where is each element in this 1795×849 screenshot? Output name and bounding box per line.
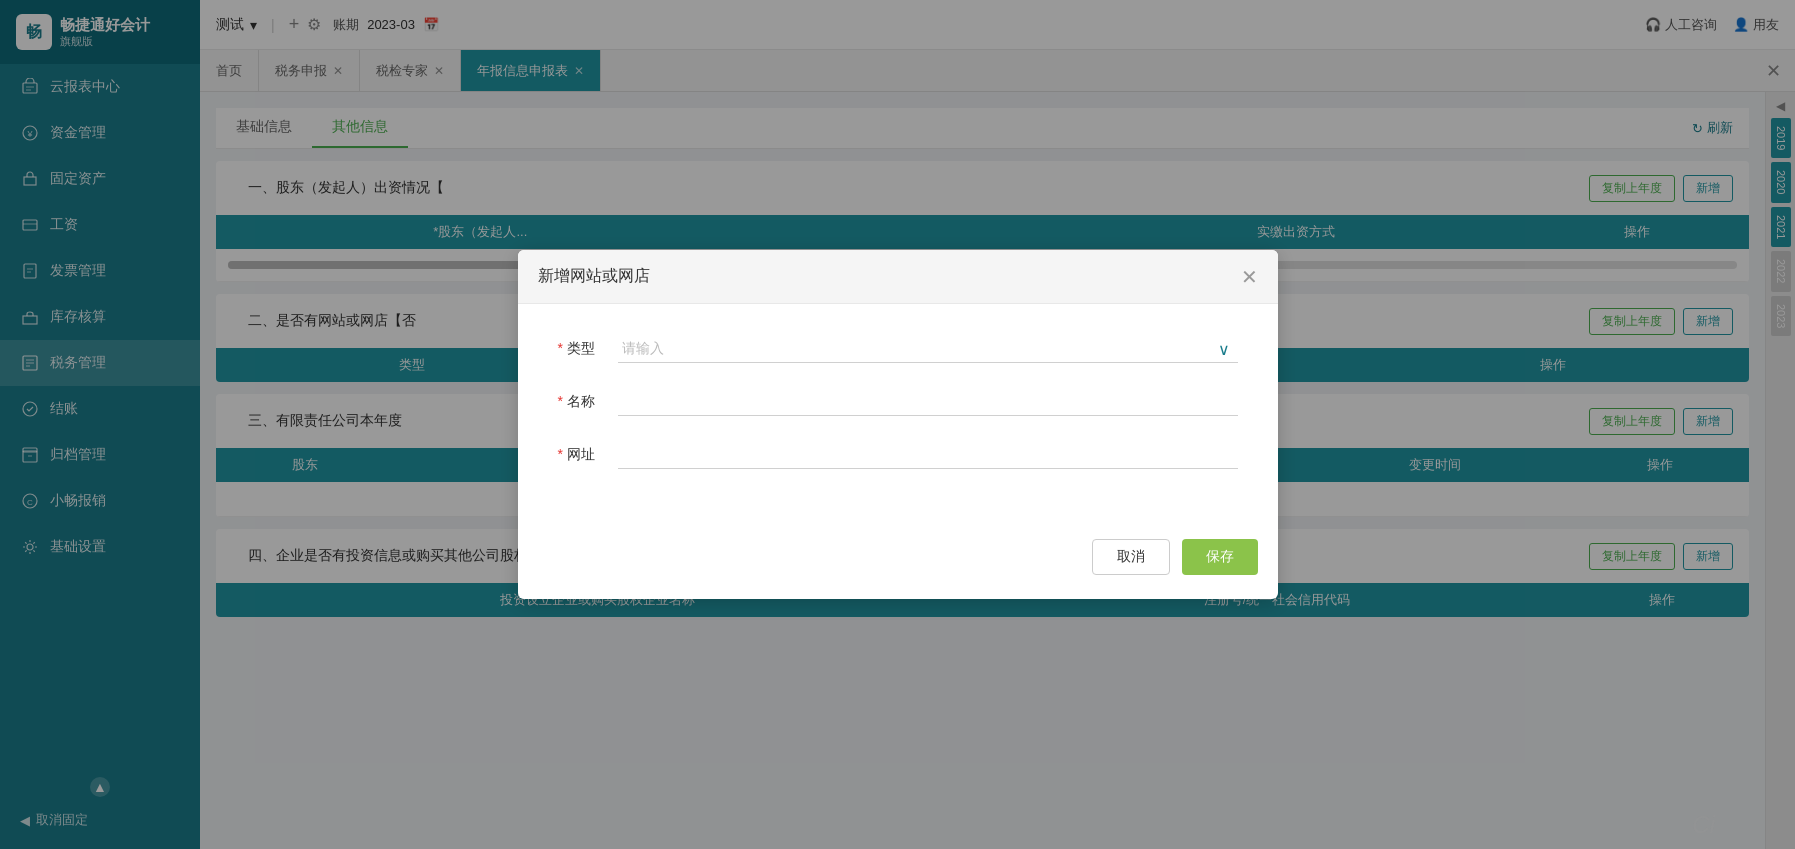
name-input-wrap bbox=[618, 387, 1238, 416]
cancel-btn[interactable]: 取消 bbox=[1092, 539, 1170, 575]
type-required-mark: * bbox=[558, 340, 563, 356]
url-label: * 网址 bbox=[558, 446, 618, 464]
type-input[interactable] bbox=[618, 334, 1238, 363]
form-row-type: * 类型 ∨ bbox=[558, 334, 1238, 363]
url-input[interactable] bbox=[618, 440, 1238, 469]
type-label: * 类型 bbox=[558, 340, 618, 358]
name-required-mark: * bbox=[558, 393, 563, 409]
dialog-body: * 类型 ∨ * 名称 * bbox=[518, 304, 1278, 523]
url-input-wrap bbox=[618, 440, 1238, 469]
dialog-title: 新增网站或网店 bbox=[538, 266, 650, 287]
url-label-text: 网址 bbox=[567, 446, 595, 462]
type-label-text: 类型 bbox=[567, 340, 595, 356]
dialog-footer: 取消 保存 bbox=[518, 523, 1278, 599]
form-row-url: * 网址 bbox=[558, 440, 1238, 469]
dialog-close-btn[interactable]: ✕ bbox=[1241, 267, 1258, 287]
url-required-mark: * bbox=[558, 446, 563, 462]
name-input[interactable] bbox=[618, 387, 1238, 416]
dialog-overlay[interactable]: 新增网站或网店 ✕ * 类型 ∨ * 名称 bbox=[0, 0, 1795, 849]
form-row-name: * 名称 bbox=[558, 387, 1238, 416]
name-label: * 名称 bbox=[558, 393, 618, 411]
save-btn[interactable]: 保存 bbox=[1182, 539, 1258, 575]
name-label-text: 名称 bbox=[567, 393, 595, 409]
add-website-dialog: 新增网站或网店 ✕ * 类型 ∨ * 名称 bbox=[518, 250, 1278, 599]
dialog-header: 新增网站或网店 ✕ bbox=[518, 250, 1278, 304]
type-input-wrap: ∨ bbox=[618, 334, 1238, 363]
